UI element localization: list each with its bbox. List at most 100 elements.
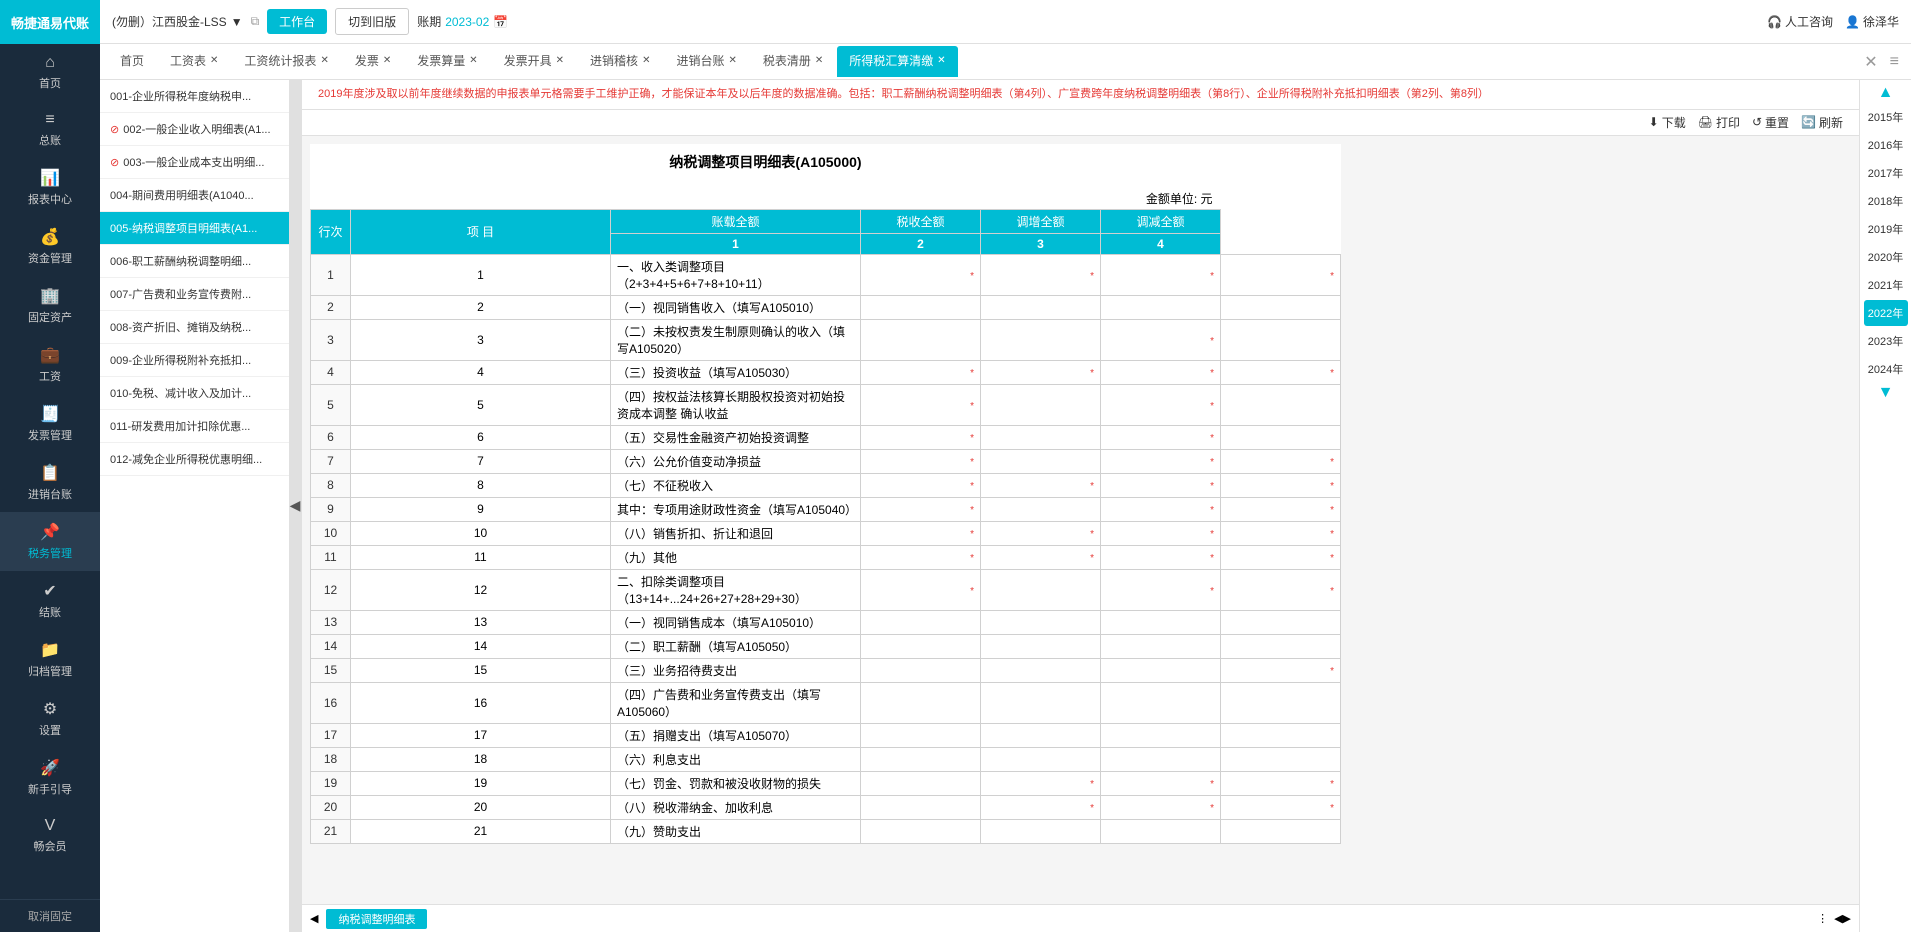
sidebar-item-ledger[interactable]: ≡总账 (0, 101, 100, 158)
data-cell-2[interactable] (981, 569, 1101, 610)
calendar-icon[interactable]: 📅 (493, 15, 508, 29)
year-btn-2019年[interactable]: 2019年 (1864, 216, 1908, 242)
year-btn-2016年[interactable]: 2016年 (1864, 132, 1908, 158)
scroll-left-icon[interactable]: ◀ (310, 912, 318, 925)
sidebar-item-report[interactable]: 📊报表中心 (0, 158, 100, 217)
data-cell-1[interactable] (861, 682, 981, 723)
period-value[interactable]: 2023-02 (445, 15, 489, 29)
data-cell-1[interactable] (861, 634, 981, 658)
tab-close-icon[interactable]: ✕ (383, 55, 391, 66)
sidebar-item-guide[interactable]: 🚀新手引导 (0, 748, 100, 807)
data-cell-4[interactable] (1221, 295, 1341, 319)
year-scroll-down[interactable]: ▼ (1878, 384, 1894, 402)
tab-close-icon[interactable]: ✕ (556, 55, 564, 66)
data-cell-1[interactable]: * (861, 449, 981, 473)
year-btn-2024年[interactable]: 2024年 (1864, 356, 1908, 382)
left-panel-item-003[interactable]: ⊘003-一般企业成本支出明细... (100, 146, 289, 179)
year-btn-2023年[interactable]: 2023年 (1864, 328, 1908, 354)
tab-purchase_ledger[interactable]: 进销台账✕ (664, 46, 748, 77)
data-cell-1[interactable] (861, 610, 981, 634)
data-cell-4[interactable]: * (1221, 545, 1341, 569)
data-cell-2[interactable]: * (981, 473, 1101, 497)
data-cell-4[interactable]: * (1221, 254, 1341, 295)
data-cell-1[interactable]: * (861, 425, 981, 449)
data-cell-2[interactable]: * (981, 795, 1101, 819)
data-cell-2[interactable] (981, 425, 1101, 449)
tab-invoice_calc[interactable]: 发票算量✕ (405, 46, 489, 77)
data-cell-2[interactable]: * (981, 254, 1101, 295)
service-button[interactable]: 🎧 人工咨询 (1767, 13, 1833, 30)
data-cell-1[interactable] (861, 747, 981, 771)
data-cell-2[interactable]: * (981, 360, 1101, 384)
data-cell-3[interactable] (1101, 658, 1221, 682)
data-cell-2[interactable] (981, 634, 1101, 658)
collapse-panel-button[interactable]: ◀ (290, 80, 302, 932)
tab-close-icon[interactable]: ✕ (815, 55, 823, 66)
sidebar-item-home[interactable]: ⌂首页 (0, 44, 100, 101)
workbench-button[interactable]: 工作台 (267, 9, 327, 34)
data-cell-2[interactable]: * (981, 521, 1101, 545)
data-cell-2[interactable] (981, 295, 1101, 319)
tab-close-icon[interactable]: ✕ (728, 55, 736, 66)
tab-close-icon[interactable]: ✕ (937, 55, 945, 66)
tab-salary_stat[interactable]: 工资统计报表✕ (232, 46, 340, 77)
data-cell-1[interactable] (861, 819, 981, 843)
data-cell-3[interactable] (1101, 634, 1221, 658)
data-cell-2[interactable] (981, 497, 1101, 521)
sidebar-item-invoice[interactable]: 🧾发票管理 (0, 394, 100, 453)
tab-close-icon[interactable]: ✕ (210, 55, 218, 66)
tab-home[interactable]: 首页 (108, 46, 156, 77)
data-cell-3[interactable] (1101, 723, 1221, 747)
year-btn-2021年[interactable]: 2021年 (1864, 272, 1908, 298)
data-cell-4[interactable] (1221, 747, 1341, 771)
data-cell-3[interactable] (1101, 682, 1221, 723)
data-cell-2[interactable] (981, 449, 1101, 473)
print-button[interactable]: 🖨 打印 (1698, 114, 1740, 131)
data-cell-1[interactable]: * (861, 545, 981, 569)
close-all-tabs-icon[interactable]: ✕ (1858, 52, 1883, 72)
data-cell-2[interactable] (981, 747, 1101, 771)
data-cell-3[interactable]: * (1101, 545, 1221, 569)
data-cell-4[interactable] (1221, 819, 1341, 843)
sidebar-item-tax[interactable]: 📌税务管理 (0, 512, 100, 571)
data-cell-4[interactable] (1221, 610, 1341, 634)
data-cell-4[interactable]: * (1221, 473, 1341, 497)
left-panel-item-012[interactable]: 012-减免企业所得税优惠明细... (100, 443, 289, 476)
data-cell-4[interactable]: * (1221, 658, 1341, 682)
year-btn-2022年[interactable]: 2022年 (1864, 300, 1908, 326)
data-cell-2[interactable]: * (981, 771, 1101, 795)
tab-close-icon[interactable]: ✕ (642, 55, 650, 66)
data-cell-1[interactable] (861, 658, 981, 682)
data-cell-3[interactable] (1101, 295, 1221, 319)
year-btn-2018年[interactable]: 2018年 (1864, 188, 1908, 214)
data-cell-4[interactable]: * (1221, 795, 1341, 819)
data-cell-4[interactable]: * (1221, 360, 1341, 384)
data-cell-3[interactable]: * (1101, 473, 1221, 497)
data-cell-3[interactable]: * (1101, 319, 1221, 360)
sidebar-item-member[interactable]: V畅会员 (0, 807, 100, 864)
tab-invoice_open[interactable]: 发票开具✕ (492, 46, 576, 77)
old-version-button[interactable]: 切到旧版 (335, 8, 409, 35)
left-panel-item-008[interactable]: 008-资产折旧、摊销及纳税... (100, 311, 289, 344)
refresh-button[interactable]: 🔄 刷新 (1801, 114, 1843, 131)
left-panel-item-004[interactable]: 004-期间费用明细表(A1040... (100, 179, 289, 212)
data-cell-2[interactable] (981, 610, 1101, 634)
sidebar-item-settings[interactable]: ⚙设置 (0, 689, 100, 748)
scroll-right-icon[interactable]: ◀▶ (1834, 912, 1851, 925)
data-cell-1[interactable]: * (861, 360, 981, 384)
sheet-tab-item[interactable]: 纳税调整明细表 (326, 909, 427, 929)
data-cell-4[interactable]: * (1221, 771, 1341, 795)
tab-menu-icon[interactable]: ≡ (1886, 53, 1903, 71)
tab-close-icon[interactable]: ✕ (469, 55, 477, 66)
data-cell-2[interactable] (981, 658, 1101, 682)
data-cell-4[interactable]: * (1221, 569, 1341, 610)
data-cell-1[interactable]: * (861, 569, 981, 610)
data-cell-1[interactable] (861, 795, 981, 819)
data-cell-4[interactable] (1221, 319, 1341, 360)
tab-tax_clear[interactable]: 税表清册✕ (751, 46, 835, 77)
year-scroll-up[interactable]: ▲ (1878, 84, 1894, 102)
reset-button[interactable]: ↺ 重置 (1752, 114, 1789, 131)
sidebar-item-archive[interactable]: 📁归档管理 (0, 630, 100, 689)
data-cell-3[interactable] (1101, 819, 1221, 843)
left-panel-item-009[interactable]: 009-企业所得税附补充抵扣... (100, 344, 289, 377)
